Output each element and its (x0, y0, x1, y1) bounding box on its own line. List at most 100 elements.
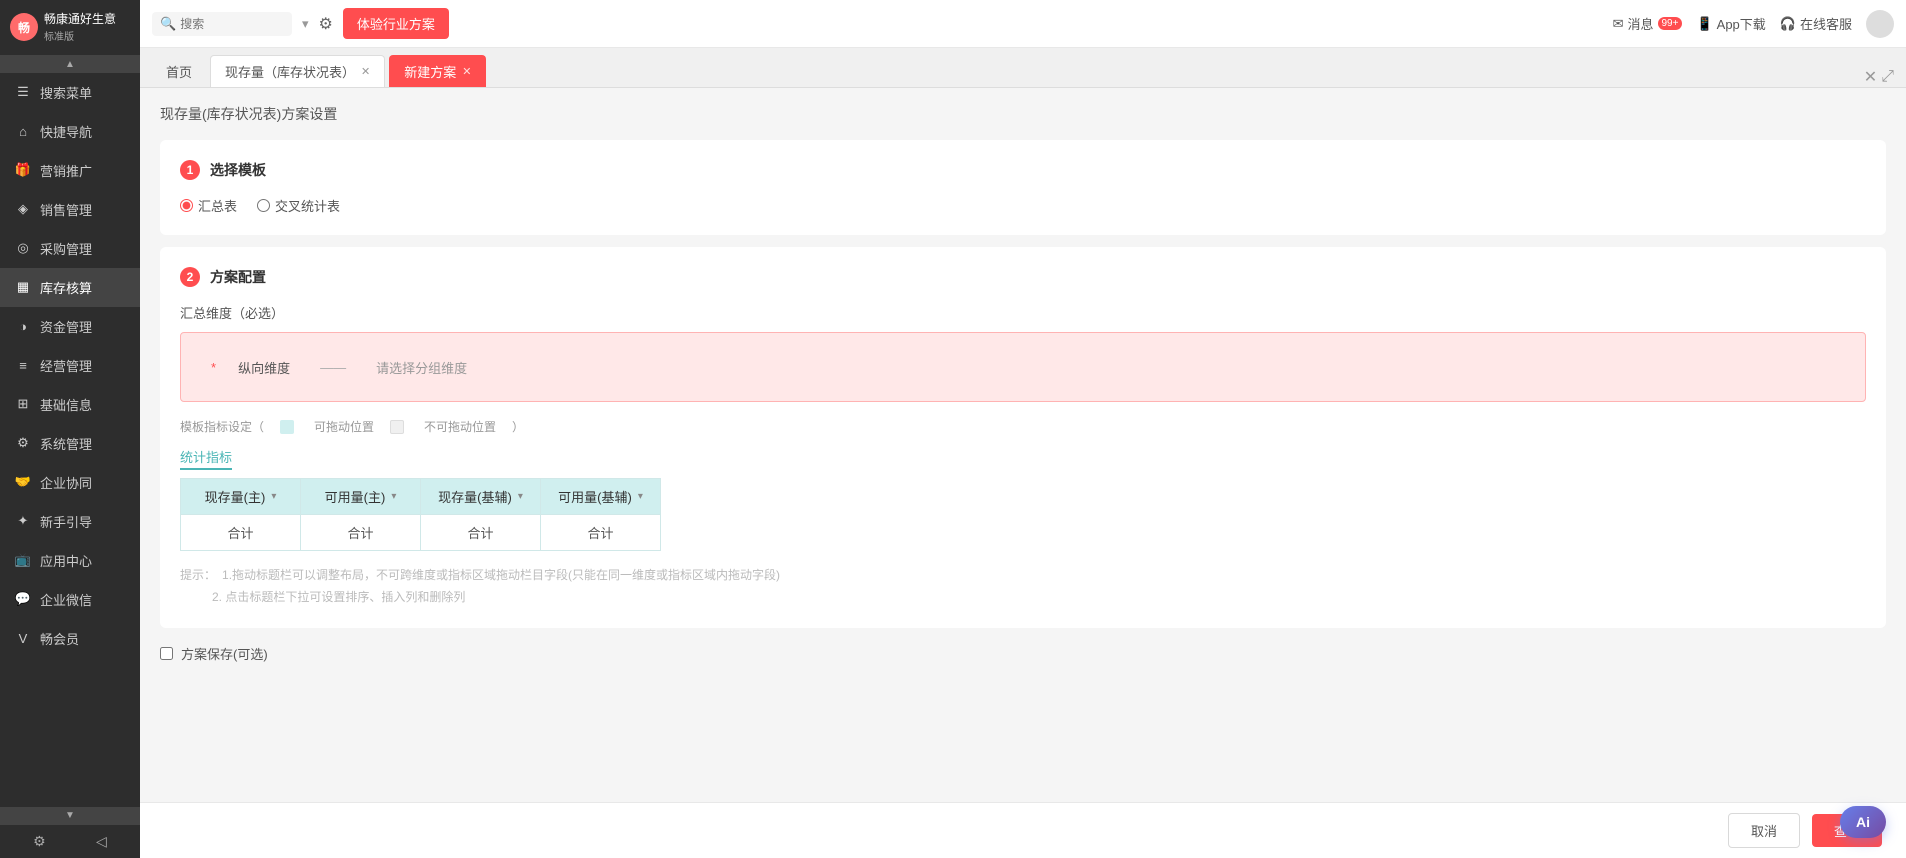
online-service-link[interactable]: 🎧 在线客服 (1780, 14, 1852, 33)
sidebar-item-quicknav[interactable]: ⌂ 快捷导航 (0, 112, 140, 151)
fixed-legend-label: 不可拖动位置 (424, 418, 496, 435)
step1-badge: 1 (180, 160, 200, 180)
sidebar-item-apps[interactable]: 📺 应用中心 (0, 541, 140, 580)
guide-icon: ✦ (14, 512, 32, 530)
dropdown-icon[interactable]: ▾ (302, 16, 309, 32)
sidebar-scroll-down[interactable]: ▼ (0, 807, 140, 824)
col1-chevron[interactable]: ▾ (271, 491, 276, 502)
sidebar-nav: ☰ 搜索菜单 ⌂ 快捷导航 🎁 营销推广 ◈ 销售管理 ◎ 采购管理 ▦ 库存核… (0, 73, 140, 807)
member-icon: V (14, 629, 32, 647)
table-cell-sum3: 合计 (421, 515, 541, 551)
system-icon: ⚙ (14, 434, 32, 452)
window-expand-btn[interactable]: ⤢ (1881, 68, 1894, 86)
radio-summary-label: 汇总表 (198, 196, 237, 215)
metrics-legend: 模板指标设定（ 可拖动位置 不可拖动位置 ） (180, 418, 1866, 435)
radio-cross[interactable]: 交叉统计表 (257, 196, 340, 215)
inventory-icon: ▦ (14, 278, 32, 296)
template-radio-group: 汇总表 交叉统计表 (180, 196, 1866, 215)
table-header-col3[interactable]: 现存量(基辅) ▾ (421, 479, 541, 515)
step1-section: 1 选择模板 汇总表 交叉统计表 (160, 140, 1886, 235)
sidebar-item-system[interactable]: ⚙ 系统管理 (0, 424, 140, 463)
col2-chevron[interactable]: ▾ (391, 491, 396, 502)
user-avatar[interactable] (1866, 10, 1894, 38)
cancel-button[interactable]: 取消 (1728, 813, 1800, 848)
tab-new-plan-close[interactable]: ✕ (462, 65, 471, 78)
management-icon: ≡ (14, 356, 32, 374)
gift-icon: 🎁 (14, 161, 32, 179)
step2-header: 2 方案配置 (180, 267, 1866, 287)
search-icon: ☰ (14, 83, 32, 101)
draggable-legend-label: 可拖动位置 (314, 418, 374, 435)
save-option-label: 方案保存(可选) (181, 644, 268, 663)
dimension-field-label: 纵向维度 (238, 358, 290, 377)
window-close-btn[interactable]: ✕ (1864, 67, 1877, 87)
table-header-col2[interactable]: 可用量(主) ▾ (301, 479, 421, 515)
sidebar-item-basicinfo[interactable]: ⊞ 基础信息 (0, 385, 140, 424)
apps-icon: 📺 (14, 551, 32, 569)
stats-section-label: 统计指标 (180, 447, 232, 470)
info-icon: ⊞ (14, 395, 32, 413)
radio-cross-input[interactable] (257, 199, 270, 212)
sidebar-item-guide[interactable]: ✦ 新手引导 (0, 502, 140, 541)
window-controls: ✕ ⤢ (1864, 67, 1894, 87)
messages-badge[interactable]: ✉ 消息 99+ (1613, 14, 1683, 33)
dimension-arrow: —— (320, 360, 346, 375)
sales-icon: ◈ (14, 200, 32, 218)
sidebar-item-sales[interactable]: ◈ 销售管理 (0, 190, 140, 229)
sidebar-item-purchase[interactable]: ◎ 采购管理 (0, 229, 140, 268)
topbar: 🔍 ▾ ⚙ 体验行业方案 ✉ 消息 99+ 📱 App下载 🎧 在线客服 (140, 0, 1906, 48)
radio-summary[interactable]: 汇总表 (180, 196, 237, 215)
step2-section: 2 方案配置 汇总维度（必选） * 纵向维度 —— 请选择分组维度 模板指标设定… (160, 247, 1886, 628)
topbar-right: ✉ 消息 99+ 📱 App下载 🎧 在线客服 (1613, 10, 1894, 38)
table-header-col4[interactable]: 可用量(基辅) ▾ (541, 479, 661, 515)
radio-cross-label: 交叉统计表 (275, 196, 340, 215)
table-cell-sum1: 合计 (181, 515, 301, 551)
stats-table: 现存量(主) ▾ 可用量(主) ▾ (180, 478, 661, 551)
col4-chevron[interactable]: ▾ (638, 491, 643, 502)
finance-icon: ◑ (14, 317, 32, 335)
tab-inventory[interactable]: 现存量（库存状况表） ✕ (210, 55, 385, 87)
ai-fab[interactable]: Ai (1840, 806, 1886, 838)
tab-inventory-close[interactable]: ✕ (361, 65, 370, 78)
step2-badge: 2 (180, 267, 200, 287)
stats-section: 统计指标 现存量(主) ▾ (180, 447, 1866, 551)
metrics-label-text: 模板指标设定（ (180, 418, 264, 435)
app-logo-icon: 畅 (10, 13, 38, 41)
dimension-label: 汇总维度（必选） (180, 303, 1866, 322)
col3-chevron[interactable]: ▾ (518, 491, 523, 502)
topbar-settings-icon[interactable]: ⚙ (319, 14, 333, 34)
sidebar-item-search[interactable]: ☰ 搜索菜单 (0, 73, 140, 112)
home-icon: ⌂ (14, 122, 32, 140)
sidebar-logo: 畅 畅康通好生意 标准版 (0, 0, 140, 56)
table-cell-sum2: 合计 (301, 515, 421, 551)
sidebar: 畅 畅康通好生意 标准版 ▲ ☰ 搜索菜单 ⌂ 快捷导航 🎁 营销推广 ◈ 销售… (0, 0, 140, 858)
tabbar: 首页 现存量（库存状况表） ✕ 新建方案 ✕ ✕ ⤢ (140, 48, 1906, 88)
save-checkbox[interactable] (160, 647, 173, 660)
required-mark: * (211, 360, 216, 375)
sidebar-item-finance[interactable]: ◑ 资金管理 (0, 307, 140, 346)
search-icon: 🔍 (160, 16, 176, 32)
settings-footer-icon[interactable]: ⚙ (33, 833, 46, 850)
radio-summary-input[interactable] (180, 199, 193, 212)
collab-icon: 🤝 (14, 473, 32, 491)
app-download-link[interactable]: 📱 App下载 (1696, 14, 1765, 33)
tab-home[interactable]: 首页 (152, 56, 206, 87)
search-input[interactable] (180, 17, 280, 31)
metrics-label-end: ） (512, 418, 524, 435)
trial-btn[interactable]: 体验行业方案 (343, 8, 449, 39)
sidebar-item-collab[interactable]: 🤝 企业协同 (0, 463, 140, 502)
sidebar-item-member[interactable]: V 畅会员 (0, 619, 140, 658)
sidebar-item-wechat[interactable]: 💬 企业微信 (0, 580, 140, 619)
table-cell-sum4: 合计 (541, 515, 661, 551)
dimension-placeholder[interactable]: 请选择分组维度 (376, 358, 467, 377)
sidebar-scroll-up[interactable]: ▲ (0, 56, 140, 73)
tab-new-plan[interactable]: 新建方案 ✕ (389, 55, 486, 87)
sidebar-item-management[interactable]: ≡ 经营管理 (0, 346, 140, 385)
phone-icon: 📱 (1696, 16, 1712, 32)
table-header-col1[interactable]: 现存量(主) ▾ (181, 479, 301, 515)
sidebar-item-inventory[interactable]: ▦ 库存核算 (0, 268, 140, 307)
dimension-box: * 纵向维度 —— 请选择分组维度 (180, 332, 1866, 402)
sidebar-item-marketing[interactable]: 🎁 营销推广 (0, 151, 140, 190)
search-box[interactable]: 🔍 (152, 12, 292, 36)
collapse-icon[interactable]: ◁ (96, 833, 107, 850)
